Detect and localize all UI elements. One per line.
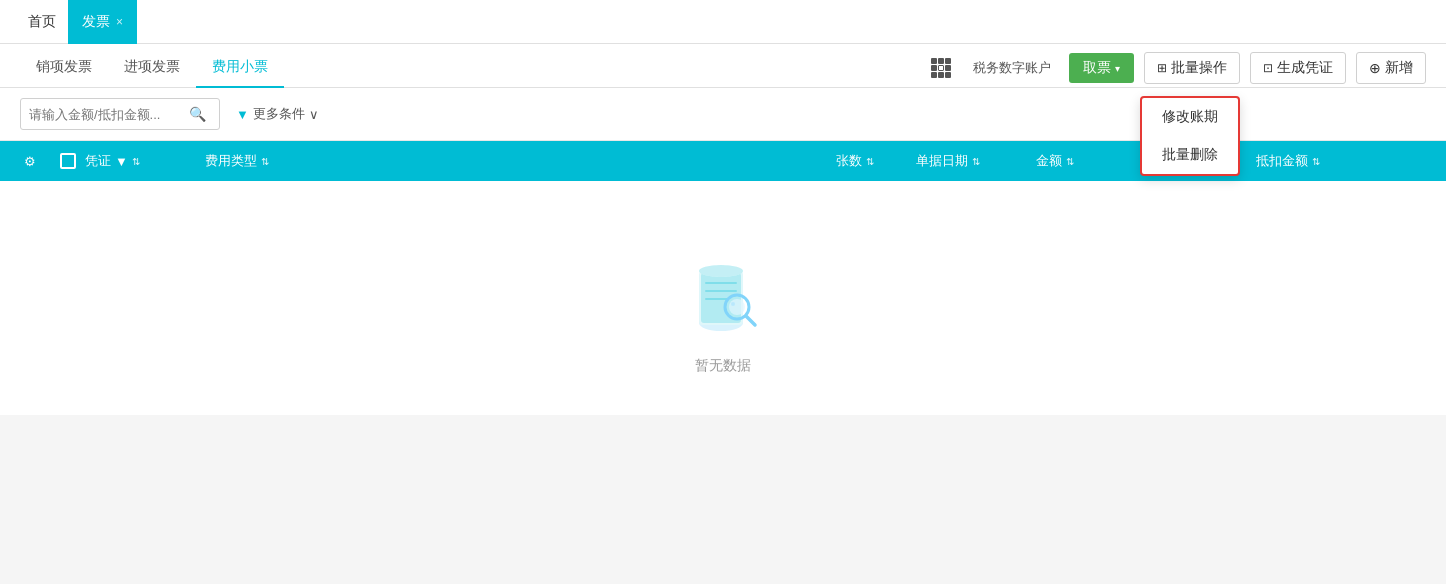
voucher-sort-icon: ⇅: [132, 156, 140, 167]
col-expense-type-header[interactable]: 费用类型 ⇅: [205, 152, 836, 170]
add-new-label: 新增: [1385, 59, 1413, 77]
more-conditions-button[interactable]: ▼ 更多条件 ∨: [236, 105, 319, 123]
batch-op-dropdown: 修改账期 批量删除: [1140, 96, 1240, 176]
batch-op-button[interactable]: ⊞ 批量操作: [1144, 52, 1240, 84]
svg-point-9: [729, 299, 745, 315]
tab-expense-receipt[interactable]: 费用小票: [196, 44, 284, 88]
qr-code-icon[interactable]: [927, 54, 955, 82]
batch-op-label: 批量操作: [1171, 59, 1227, 77]
batch-op-wrapper: ⊞ 批量操作 修改账期 批量删除: [1144, 52, 1240, 84]
voucher-label: 凭证: [85, 152, 111, 170]
add-new-plus-icon: ⊕: [1369, 60, 1381, 76]
svg-point-11: [731, 302, 735, 306]
col-amount-header[interactable]: 金额 ⇅: [1036, 152, 1156, 170]
deduction-amount-label: 抵扣金额: [1256, 152, 1308, 170]
toolbar-right: 税务数字账户 取票 ▾ ⊞ 批量操作 修改账期 批量删除 ⊡ 生成凭证 ⊕ 新增: [927, 52, 1426, 84]
col-checkbox-all[interactable]: [50, 153, 85, 169]
search-input[interactable]: [29, 107, 189, 122]
col-settings[interactable]: ⚙: [10, 154, 50, 169]
take-ticket-arrow-icon: ▾: [1115, 63, 1120, 74]
filter-icon: ▼: [236, 107, 249, 122]
gen-voucher-icon: ⊡: [1263, 61, 1273, 75]
tax-account-button[interactable]: 税务数字账户: [965, 55, 1059, 81]
deduction-amount-sort-icon: ⇅: [1312, 156, 1320, 167]
close-tab-icon[interactable]: ×: [116, 15, 123, 29]
col-date-header[interactable]: 单据日期 ⇅: [916, 152, 1036, 170]
date-label: 单据日期: [916, 152, 968, 170]
amount-sort-icon: ⇅: [1066, 156, 1074, 167]
batch-op-icon: ⊞: [1157, 61, 1167, 75]
invoice-tab-label: 发票: [82, 13, 110, 31]
take-ticket-label: 取票: [1083, 59, 1111, 77]
add-new-button[interactable]: ⊕ 新增: [1356, 52, 1426, 84]
col-deduction-amount-header[interactable]: 抵扣金额 ⇅: [1256, 152, 1376, 170]
take-ticket-button[interactable]: 取票 ▾: [1069, 53, 1134, 83]
sub-tabs-bar: 销项发票 进项发票 费用小票 税务数字账户 取票 ▾ ⊞ 批量操作 修改账期 批…: [0, 44, 1446, 88]
more-conditions-arrow-icon: ∨: [309, 107, 319, 122]
more-conditions-label: 更多条件: [253, 105, 305, 123]
date-sort-icon: ⇅: [972, 156, 980, 167]
svg-line-10: [746, 316, 755, 325]
empty-state: 暂无数据: [0, 181, 1446, 415]
tab-purchase-invoice[interactable]: 进项发票: [108, 44, 196, 88]
col-count-header[interactable]: 张数 ⇅: [836, 152, 916, 170]
top-nav: 首页 发票 ×: [0, 0, 1446, 44]
tab-sales-invoice[interactable]: 销项发票: [20, 44, 108, 88]
invoice-tab[interactable]: 发票 ×: [68, 0, 137, 44]
gen-voucher-label: 生成凭证: [1277, 59, 1333, 77]
expense-type-label: 费用类型: [205, 152, 257, 170]
gen-voucher-button[interactable]: ⊡ 生成凭证: [1250, 52, 1346, 84]
home-nav-item[interactable]: 首页: [16, 13, 68, 31]
modify-period-item[interactable]: 修改账期: [1142, 98, 1238, 136]
svg-point-7: [699, 265, 743, 277]
voucher-filter-icon: ▼: [115, 154, 128, 169]
col-voucher-header[interactable]: 凭证 ▼ ⇅: [85, 152, 205, 170]
search-icon[interactable]: 🔍: [189, 106, 206, 122]
batch-delete-item[interactable]: 批量删除: [1142, 136, 1238, 174]
count-sort-icon: ⇅: [866, 156, 874, 167]
count-label: 张数: [836, 152, 862, 170]
expense-type-sort-icon: ⇅: [261, 156, 269, 167]
search-input-wrap: 🔍: [20, 98, 220, 130]
select-all-checkbox[interactable]: [60, 153, 76, 169]
empty-state-illustration: [673, 241, 773, 341]
amount-label: 金额: [1036, 152, 1062, 170]
empty-state-text: 暂无数据: [695, 357, 751, 375]
